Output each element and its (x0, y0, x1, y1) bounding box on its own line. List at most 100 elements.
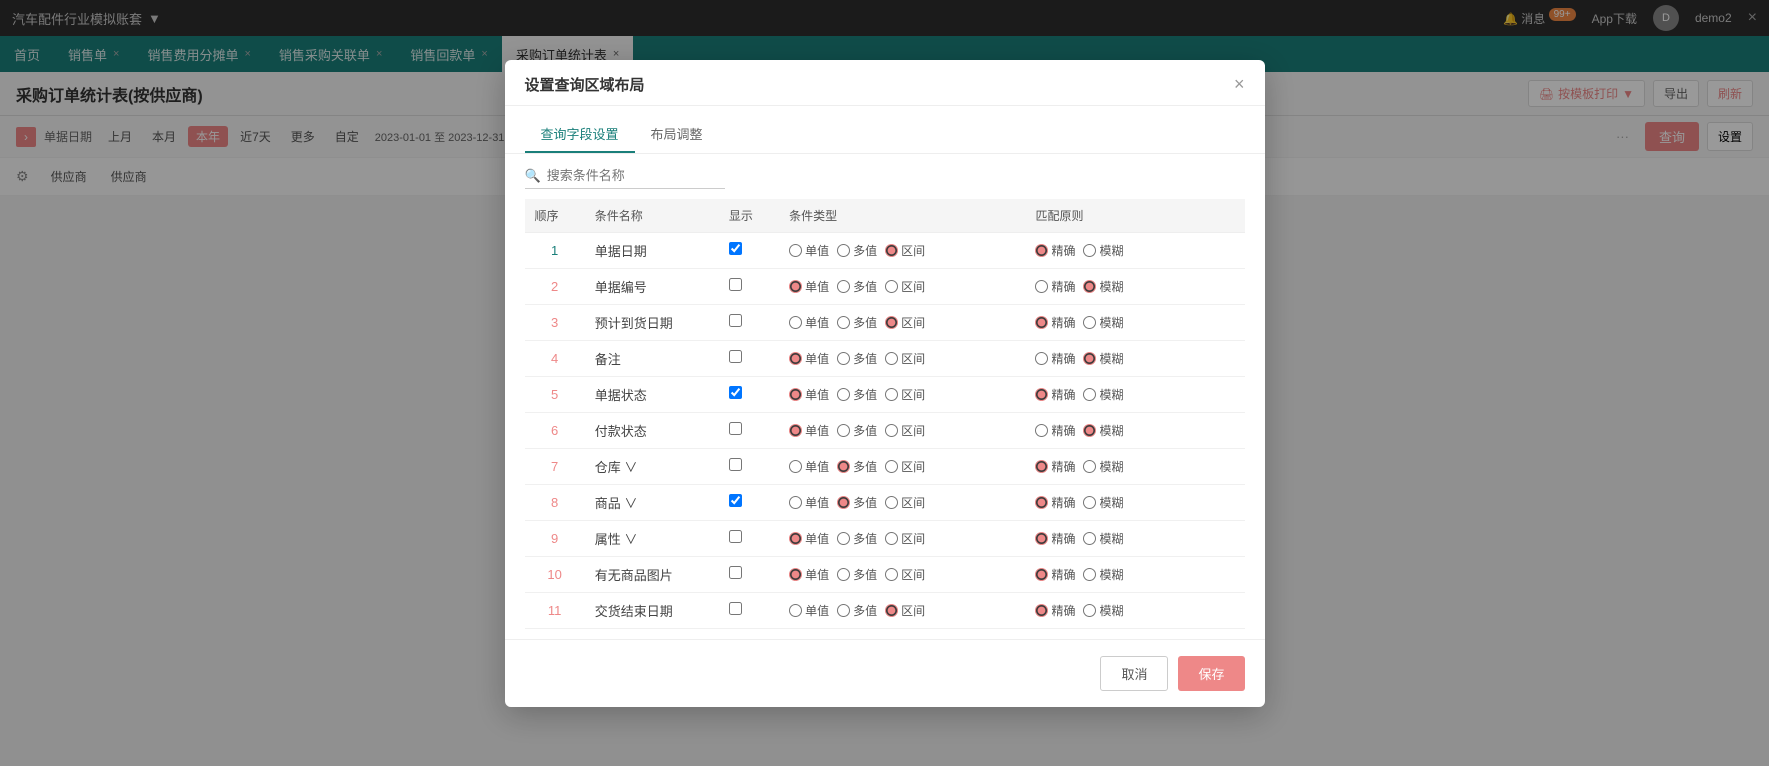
match-radio-label: 精确 (1051, 386, 1075, 403)
row-order: 5 (525, 376, 585, 412)
dialog-close-button[interactable]: × (1234, 75, 1245, 93)
type-radio-item[interactable]: 区间 (885, 350, 925, 367)
match-radio-item[interactable]: 精确 (1035, 242, 1075, 259)
type-radio-item[interactable]: 多值 (837, 350, 877, 367)
match-radio-item[interactable]: 精确 (1035, 530, 1075, 547)
match-radio-item[interactable]: 精确 (1035, 566, 1075, 583)
match-radio-label: 模糊 (1099, 278, 1123, 295)
type-radio-item[interactable]: 单值 (789, 242, 829, 259)
row-match-cell: 精确模糊 (1025, 304, 1244, 340)
type-radio-label: 区间 (901, 566, 925, 583)
type-radio-item[interactable]: 多值 (837, 494, 877, 511)
table-row: 3预计到货日期单值多值区间精确模糊 (525, 304, 1245, 340)
row-type-cell: 单值多值区间 (779, 592, 1025, 628)
type-radio-label: 单值 (805, 458, 829, 475)
th-show: 显示 (719, 199, 779, 233)
row-order: 11 (525, 592, 585, 628)
row-display-checkbox[interactable] (729, 566, 742, 579)
type-radio-item[interactable]: 多值 (837, 314, 877, 331)
match-radio-item[interactable]: 模糊 (1083, 602, 1123, 619)
match-radio-item[interactable]: 精确 (1035, 458, 1075, 475)
search-input[interactable] (547, 168, 725, 183)
row-display-checkbox[interactable] (729, 350, 742, 363)
type-radio-item[interactable]: 区间 (885, 602, 925, 619)
row-display-checkbox[interactable] (729, 278, 742, 291)
row-display-checkbox[interactable] (729, 386, 742, 399)
row-name: 仓库 ∨ (585, 448, 719, 484)
type-radio-item[interactable]: 单值 (789, 566, 829, 583)
type-radio-label: 单值 (805, 422, 829, 439)
row-name: 单据日期 (585, 232, 719, 268)
match-radio-item[interactable]: 精确 (1035, 350, 1075, 367)
row-display-checkbox[interactable] (729, 494, 742, 507)
row-match-cell: 精确模糊 (1025, 412, 1244, 448)
type-radio-item[interactable]: 单值 (789, 350, 829, 367)
type-radio-item[interactable]: 多值 (837, 458, 877, 475)
type-radio-item[interactable]: 区间 (885, 530, 925, 547)
type-radio-item[interactable]: 单值 (789, 386, 829, 403)
row-display-checkbox[interactable] (729, 530, 742, 543)
type-radio-item[interactable]: 单值 (789, 458, 829, 475)
type-radio-item[interactable]: 单值 (789, 530, 829, 547)
match-radio-item[interactable]: 模糊 (1083, 422, 1123, 439)
match-radio-item[interactable]: 模糊 (1083, 494, 1123, 511)
type-radio-label: 单值 (805, 494, 829, 511)
match-radio-item[interactable]: 模糊 (1083, 566, 1123, 583)
save-button[interactable]: 保存 (1178, 656, 1244, 691)
type-radio-item[interactable]: 区间 (885, 278, 925, 295)
match-radio-item[interactable]: 模糊 (1083, 278, 1123, 295)
match-radio-label: 精确 (1051, 494, 1075, 511)
tab-query-fields[interactable]: 查询字段设置 (525, 116, 635, 153)
row-display-checkbox[interactable] (729, 314, 742, 327)
type-radio-item[interactable]: 多值 (837, 278, 877, 295)
tab-layout-adjust[interactable]: 布局调整 (635, 116, 719, 153)
type-radio-label: 多值 (853, 386, 877, 403)
match-radio-item[interactable]: 模糊 (1083, 458, 1123, 475)
row-order: 9 (525, 520, 585, 556)
type-radio-item[interactable]: 多值 (837, 422, 877, 439)
type-radio-item[interactable]: 单值 (789, 494, 829, 511)
type-radio-label: 单值 (805, 278, 829, 295)
table-row: 5单据状态单值多值区间精确模糊 (525, 376, 1245, 412)
match-radio-item[interactable]: 模糊 (1083, 350, 1123, 367)
match-radio-item[interactable]: 模糊 (1083, 386, 1123, 403)
type-radio-item[interactable]: 单值 (789, 422, 829, 439)
type-radio-item[interactable]: 区间 (885, 458, 925, 475)
type-radio-item[interactable]: 区间 (885, 314, 925, 331)
row-display-cell (719, 592, 779, 628)
row-name: 有无商品图片 (585, 556, 719, 592)
match-radio-item[interactable]: 精确 (1035, 494, 1075, 511)
tab-query-fields-label: 查询字段设置 (541, 127, 619, 142)
cancel-button[interactable]: 取消 (1100, 656, 1168, 691)
type-radio-item[interactable]: 区间 (885, 494, 925, 511)
type-radio-item[interactable]: 单值 (789, 602, 829, 619)
type-radio-item[interactable]: 多值 (837, 242, 877, 259)
match-radio-label: 模糊 (1099, 386, 1123, 403)
row-display-checkbox[interactable] (729, 602, 742, 615)
type-radio-item[interactable]: 区间 (885, 242, 925, 259)
match-radio-item[interactable]: 模糊 (1083, 314, 1123, 331)
type-radio-label: 多值 (853, 458, 877, 475)
type-radio-item[interactable]: 区间 (885, 566, 925, 583)
type-radio-item[interactable]: 区间 (885, 386, 925, 403)
match-radio-item[interactable]: 精确 (1035, 314, 1075, 331)
row-display-checkbox[interactable] (729, 242, 742, 255)
type-radio-item[interactable]: 单值 (789, 314, 829, 331)
row-order: 10 (525, 556, 585, 592)
type-radio-item[interactable]: 多值 (837, 530, 877, 547)
match-radio-item[interactable]: 精确 (1035, 278, 1075, 295)
match-radio-item[interactable]: 模糊 (1083, 530, 1123, 547)
match-radio-item[interactable]: 精确 (1035, 386, 1075, 403)
type-radio-item[interactable]: 多值 (837, 566, 877, 583)
match-radio-item[interactable]: 模糊 (1083, 242, 1123, 259)
type-radio-item[interactable]: 多值 (837, 602, 877, 619)
type-radio-item[interactable]: 多值 (837, 386, 877, 403)
type-radio-label: 多值 (853, 530, 877, 547)
type-radio-item[interactable]: 区间 (885, 422, 925, 439)
match-radio-item[interactable]: 精确 (1035, 602, 1075, 619)
row-display-checkbox[interactable] (729, 458, 742, 471)
th-match: 匹配原则 (1025, 199, 1244, 233)
match-radio-item[interactable]: 精确 (1035, 422, 1075, 439)
row-display-checkbox[interactable] (729, 422, 742, 435)
type-radio-item[interactable]: 单值 (789, 278, 829, 295)
